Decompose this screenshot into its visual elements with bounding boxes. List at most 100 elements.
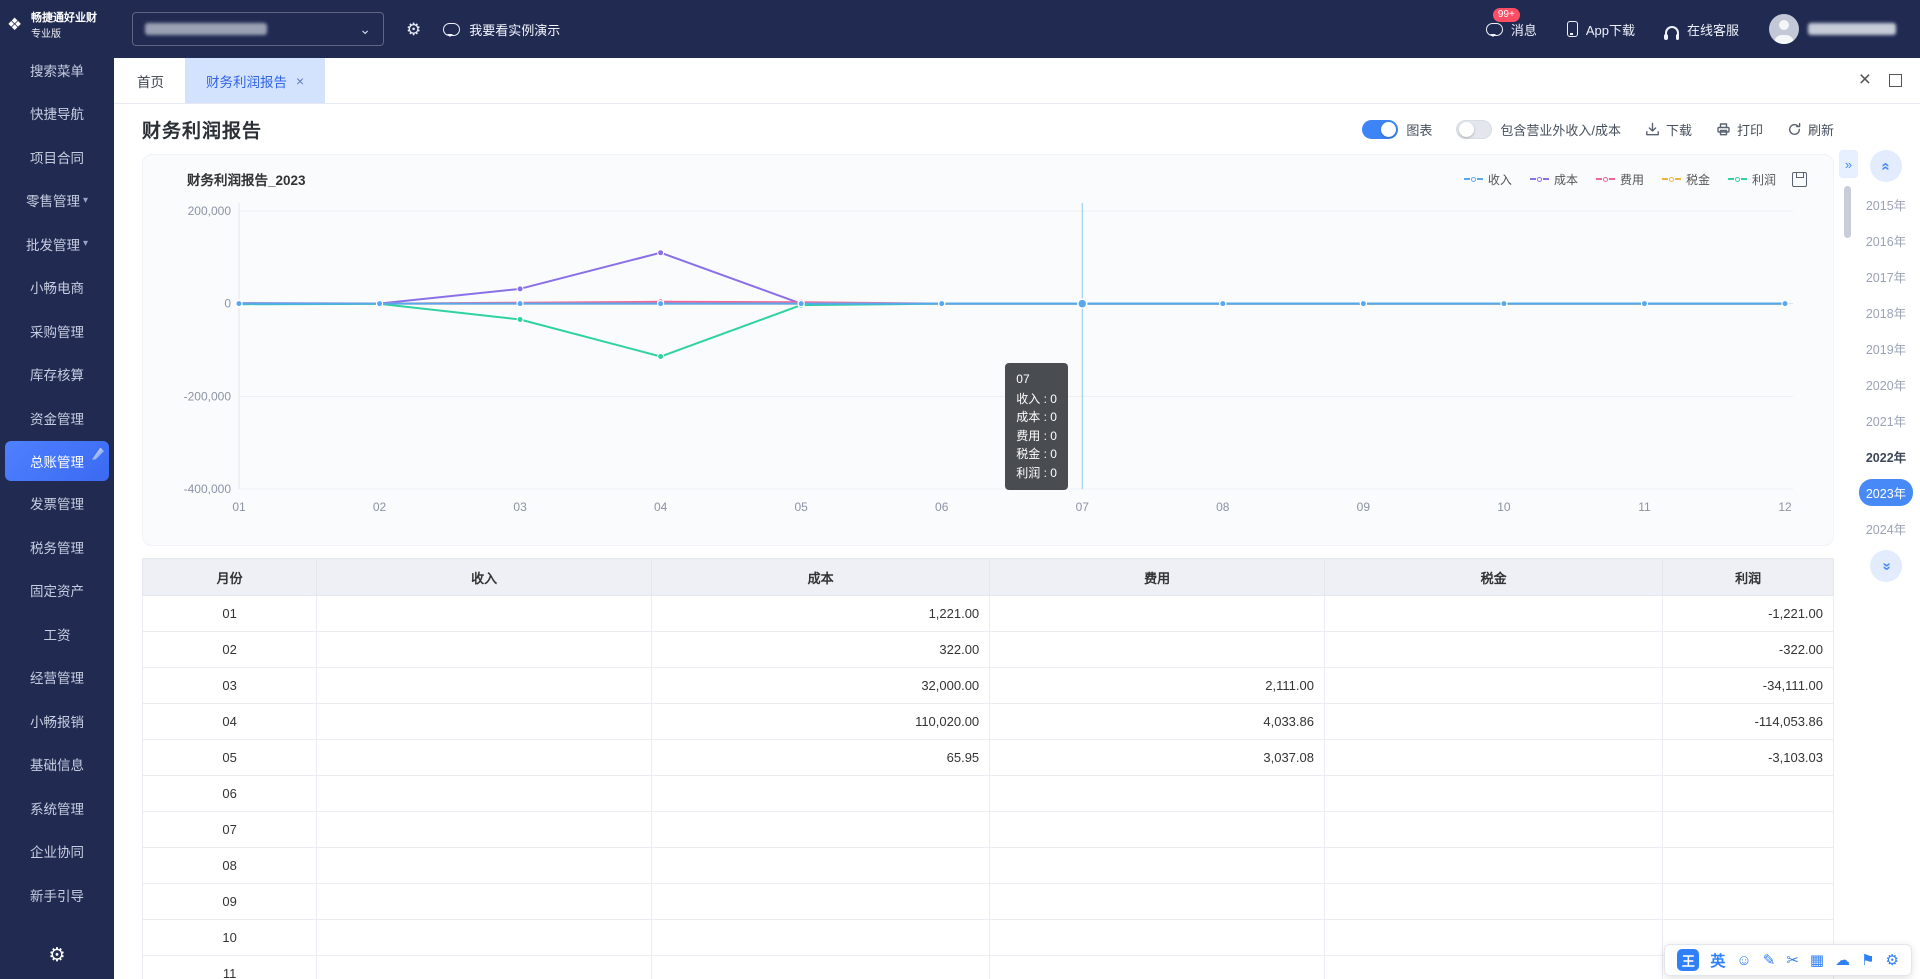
topbar-gear-icon[interactable]: ⚙ <box>406 21 421 38</box>
sidebar-item-系统管理[interactable]: 系统管理 <box>0 786 114 830</box>
profit-table: 月份 收入 成本 费用 税金 利润 01 1,221.00 -1,221.00 02 322.00… <box>141 558 1834 979</box>
sidebar-item-工资[interactable]: 工资 <box>0 612 114 656</box>
include-nonoperating-toggle[interactable] <box>1456 119 1493 139</box>
svg-text:03: 03 <box>513 500 527 514</box>
table-cell <box>316 703 652 740</box>
ime-logo[interactable]: 王 <box>1677 949 1700 971</box>
year-item-2021年[interactable]: 2021年 <box>1859 402 1913 438</box>
table-cell <box>1323 703 1664 740</box>
sidebar-item-label: 零售管理 <box>25 194 80 210</box>
speech-bubble-icon <box>443 22 461 37</box>
ime-emoji-icon[interactable]: ☺ <box>1736 953 1751 968</box>
sidebar-item-小畅电商[interactable]: 小畅电商 <box>0 266 114 310</box>
year-item-2019年[interactable]: 2019年 <box>1859 330 1913 366</box>
year-item-2024年[interactable]: 2024年 <box>1859 510 1913 546</box>
refresh-button[interactable]: 刷新 <box>1787 120 1834 139</box>
sidebar-item-税务管理[interactable]: 税务管理 <box>0 525 114 569</box>
table-cell: -322.00 <box>1662 631 1834 668</box>
table-cell <box>989 919 1325 956</box>
year-item-2016年[interactable]: 2016年 <box>1859 222 1913 258</box>
sidebar-item-固定资产[interactable]: 固定资产 <box>0 569 114 613</box>
table-cell <box>316 667 652 704</box>
chart-toggle-label: 图表 <box>1406 122 1433 138</box>
sidebar-item-批发管理[interactable]: 批发管理 ▾ <box>0 222 114 266</box>
year-scroll-down-button[interactable]: « <box>1870 550 1902 582</box>
save-image-icon[interactable] <box>1792 171 1807 187</box>
legend-item-税金[interactable]: 税金 <box>1661 171 1710 188</box>
table-cell <box>1662 883 1834 920</box>
year-item-2022年[interactable]: 2022年 <box>1859 438 1913 474</box>
chart-view-toggle[interactable] <box>1362 119 1399 139</box>
app-download-button[interactable]: App下载 <box>1566 20 1635 39</box>
user-menu[interactable] <box>1769 14 1896 44</box>
online-support-button[interactable]: 在线客服 <box>1664 20 1739 40</box>
legend-item-成本[interactable]: 成本 <box>1529 171 1578 188</box>
table-cell <box>316 739 652 776</box>
org-selector[interactable]: ⌄ <box>132 12 384 46</box>
table-row: 10 <box>141 919 1834 956</box>
sidebar-item-搜索菜单[interactable]: 搜索菜单 <box>0 48 114 92</box>
main-content: 财务利润报告 图表 包含营业外收入/成本 下载 打印 刷新 财务利润报告_202… <box>114 104 1920 979</box>
tab-首页[interactable]: 首页 <box>116 58 185 103</box>
ime-flag-icon[interactable]: ⚑ <box>1861 953 1874 968</box>
ime-cloud-icon[interactable]: ☁ <box>1835 953 1850 968</box>
year-item-2015年[interactable]: 2015年 <box>1859 186 1913 222</box>
fullscreen-icon[interactable] <box>1889 73 1902 87</box>
column-header-费用: 费用 <box>989 558 1325 596</box>
ime-pencil-icon[interactable]: ✎ <box>1763 953 1776 968</box>
ime-settings-icon[interactable]: ⚙ <box>1886 953 1899 968</box>
sidebar-item-零售管理[interactable]: 零售管理 ▾ <box>0 179 114 223</box>
legend-item-收入[interactable]: 收入 <box>1463 171 1512 188</box>
sidebar-item-label: 工资 <box>43 627 71 643</box>
sidebar-settings-gear-icon[interactable]: ⚙ <box>0 931 114 979</box>
year-list: 2015年 2016年 2017年 2018年 2019年 2020年 2021年 2022年… <box>1858 186 1914 546</box>
sidebar-item-企业协同[interactable]: 企业协同 <box>0 830 114 874</box>
legend-label: 利润 <box>1751 172 1776 187</box>
table-cell: -114,053.86 <box>1662 703 1834 740</box>
sidebar-item-基础信息[interactable]: 基础信息 <box>0 743 114 787</box>
svg-text:-200,000: -200,000 <box>184 389 232 403</box>
table-row: 03 32,000.00 2,111.00 -34,111.00 <box>141 667 1834 704</box>
tab-close-icon[interactable]: × <box>296 74 304 88</box>
sidebar-item-label: 总账管理 <box>30 454 84 470</box>
print-button[interactable]: 打印 <box>1716 120 1763 139</box>
ime-language-mode[interactable]: 英 <box>1710 950 1725 971</box>
year-item-2018年[interactable]: 2018年 <box>1859 294 1913 330</box>
ime-keyboard-icon[interactable]: ▦ <box>1810 953 1824 968</box>
sidebar-item-快捷导航[interactable]: 快捷导航 <box>0 92 114 136</box>
download-button[interactable]: 下载 <box>1645 120 1692 139</box>
line-chart[interactable]: 200,000 0 -200,000 -400,00001 02 03 04 05 06 07 08… <box>161 197 1815 523</box>
sidebar-item-项目合同[interactable]: 项目合同 <box>0 135 114 179</box>
messages-button[interactable]: 99+ 消息 <box>1485 7 1537 39</box>
legend-item-费用[interactable]: 费用 <box>1595 171 1644 188</box>
close-icon[interactable]: × <box>1859 69 1871 90</box>
sidebar-item-库存核算[interactable]: 库存核算 <box>0 353 114 397</box>
legend-item-利润[interactable]: 利润 <box>1727 171 1776 188</box>
sidebar-item-小畅报销[interactable]: 小畅报销 <box>0 699 114 743</box>
year-scroll-up-button[interactable]: « <box>1870 150 1902 182</box>
demo-link[interactable]: 我要看实例演示 <box>443 20 560 39</box>
year-item-2020年[interactable]: 2020年 <box>1859 366 1913 402</box>
svg-text:12: 12 <box>1778 500 1792 514</box>
table-cell: 10 <box>141 919 318 956</box>
ime-scissors-icon[interactable]: ✂ <box>1786 953 1799 968</box>
table-cell: -34,111.00 <box>1662 667 1834 704</box>
sidebar-item-采购管理[interactable]: 采购管理 <box>0 309 114 353</box>
sidebar-item-总账管理[interactable]: 总账管理 <box>5 440 109 481</box>
table-cell <box>650 883 991 920</box>
sidebar-item-经营管理[interactable]: 经营管理 <box>0 656 114 700</box>
year-item-2017年[interactable]: 2017年 <box>1859 258 1913 294</box>
year-item-2023年[interactable]: 2023年 <box>1858 474 1914 510</box>
tab-财务利润报告[interactable]: 财务利润报告 × <box>185 58 326 103</box>
table-cell: 322.00 <box>650 631 991 668</box>
table-cell <box>316 631 652 668</box>
scrollbar-thumb[interactable] <box>1844 186 1851 238</box>
sidebar-item-发票管理[interactable]: 发票管理 <box>0 482 114 526</box>
tab-label: 首页 <box>137 74 164 90</box>
messages-badge: 99+ <box>1492 7 1520 22</box>
headset-icon <box>1664 26 1680 40</box>
sidebar-item-label: 企业协同 <box>30 845 84 861</box>
sidebar-item-新手引导[interactable]: 新手引导 <box>0 873 114 917</box>
panel-collapse-handle[interactable]: » <box>1839 150 1858 178</box>
sidebar-item-资金管理[interactable]: 资金管理 <box>0 396 114 440</box>
